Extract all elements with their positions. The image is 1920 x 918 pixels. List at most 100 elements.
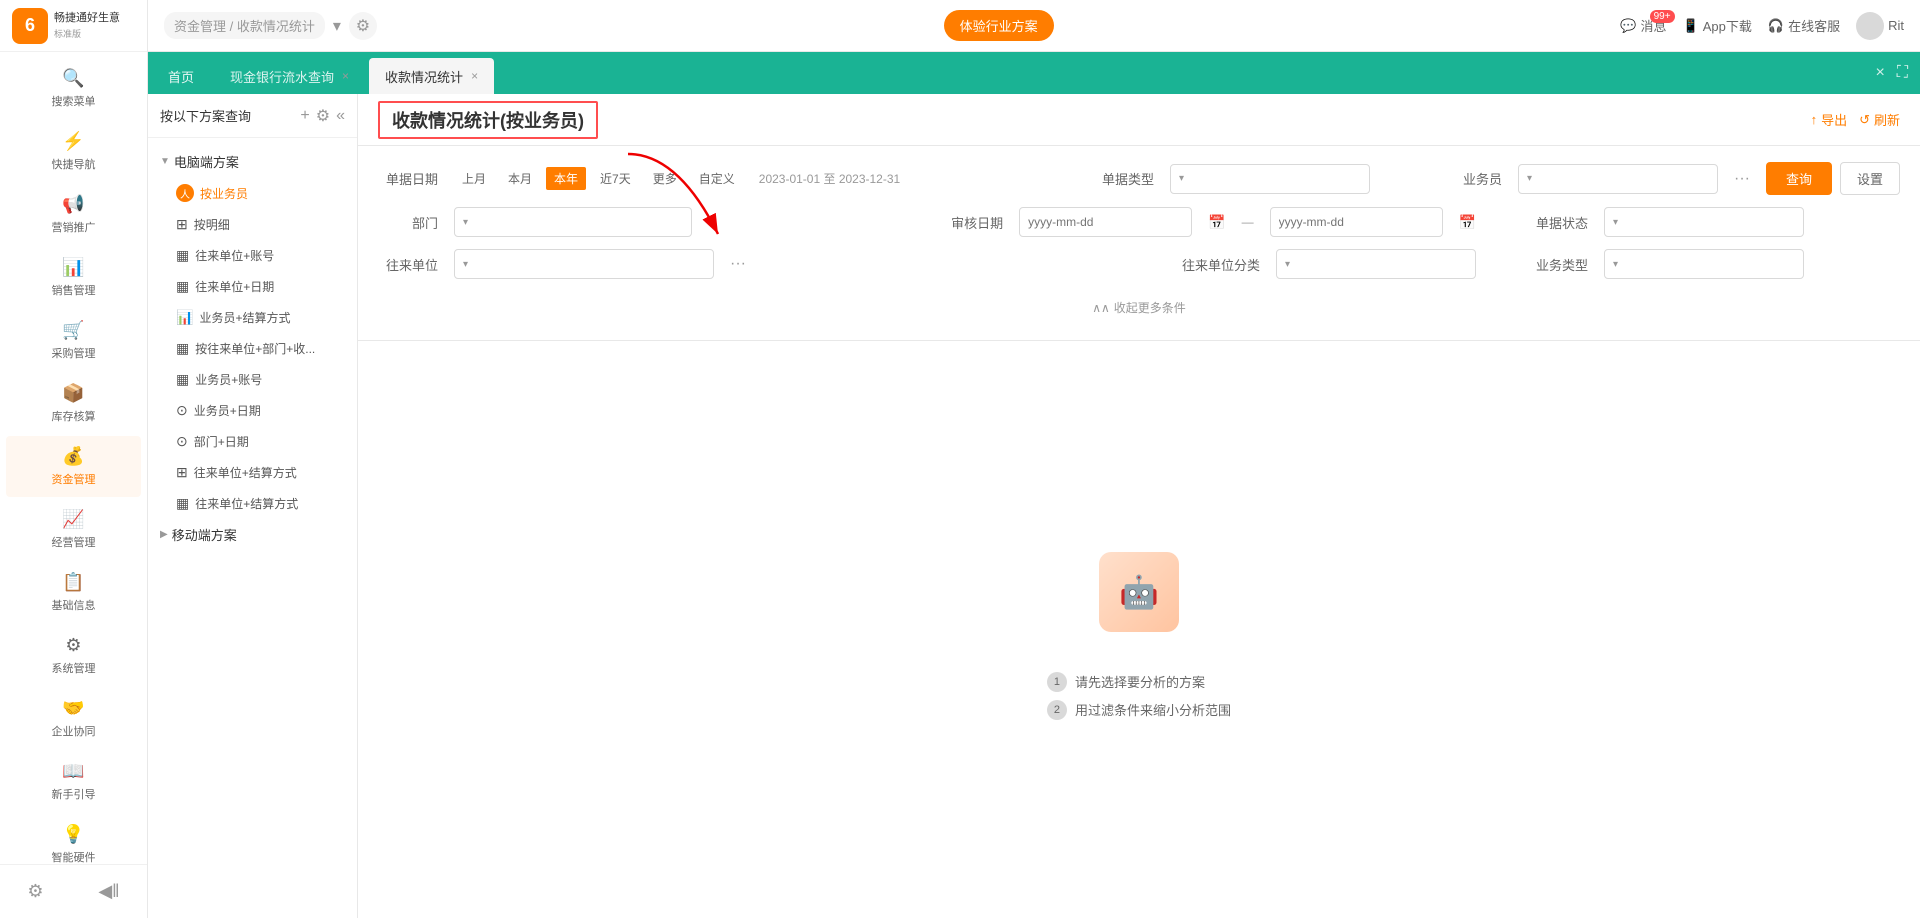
settings-bottom-icon[interactable]: ⚙: [21, 875, 49, 908]
user-avatar-area[interactable]: Rit: [1856, 12, 1904, 40]
scheme-item-salesman[interactable]: 人 按业务员: [148, 177, 357, 209]
messages-badge: 99+: [1650, 10, 1675, 23]
sidebar-icon-12: 💡: [62, 824, 84, 845]
add-scheme-icon[interactable]: +: [300, 107, 309, 125]
scheme-list: ▼ 电脑端方案 人 按业务员 ⊞ 按明细 ▦ 往来单位+账号: [148, 138, 357, 918]
sidebar-label-11: 新手引导: [52, 786, 96, 802]
left-panel-title: 按以下方案查询: [160, 106, 251, 125]
sidebar-label-7: 经营管理: [52, 534, 96, 550]
sidebar-item-2[interactable]: 📢营销推广: [6, 184, 141, 245]
main-area: 资金管理 / 收款情况统计 ▾ ⚙ 体验行业方案 💬 消息 99+ 📱 App下…: [148, 0, 1920, 918]
query-button[interactable]: 查询: [1766, 162, 1832, 195]
sidebar-icon-5: 📦: [62, 383, 84, 404]
date-btn-last-month[interactable]: 上月: [454, 167, 494, 190]
bill-type-select[interactable]: ▾: [1170, 164, 1370, 194]
sidebar-icon-11: 📖: [62, 761, 84, 782]
date-btn-more[interactable]: 更多: [645, 167, 685, 190]
collapse-filter-btn[interactable]: ∧∧ 收起更多条件: [378, 291, 1900, 324]
header-right: 💬 消息 99+ 📱 App下载 🎧 在线客服 Rit: [1620, 12, 1904, 40]
logo-area: 6 畅捷通好生意 标准版: [0, 0, 147, 52]
trial-button[interactable]: 体验行业方案: [944, 10, 1054, 41]
header-gear-icon[interactable]: ⚙: [349, 12, 377, 40]
sidebar-icon-8: 📋: [62, 572, 84, 593]
scheme-item-partner-settle2[interactable]: ▦ 往来单位+结算方式: [148, 488, 357, 519]
tab-fullscreen-icon[interactable]: ⛶: [1897, 64, 1908, 82]
online-service-label: 在线客服: [1788, 16, 1840, 35]
sidebar-item-7[interactable]: 📈经营管理: [6, 499, 141, 560]
refresh-button[interactable]: ↺ 刷新: [1859, 110, 1900, 129]
sidebar-item-1[interactable]: ⚡快捷导航: [6, 121, 141, 182]
scheme-item-salesman-settle[interactable]: 📊 业务员+结算方式: [148, 302, 357, 333]
empty-box-icon: 🤖: [1099, 552, 1179, 632]
sidebar-item-8[interactable]: 📋基础信息: [6, 562, 141, 623]
partner-select[interactable]: ▾: [454, 249, 714, 279]
partner-more-icon[interactable]: ···: [730, 255, 746, 273]
scheme-group-pc-header[interactable]: ▼ 电脑端方案: [148, 146, 357, 177]
scheme-salesman-icon: 人: [176, 184, 194, 202]
user-name: Rit: [1888, 18, 1904, 33]
date-btn-7days[interactable]: 近7天: [592, 167, 639, 190]
collapse-sidebar-icon[interactable]: ◀‖: [92, 875, 125, 908]
business-type-arrow: ▾: [1613, 259, 1618, 270]
tab-bank-label: 现金银行流水查询: [230, 67, 334, 86]
sidebar-item-10[interactable]: 🤝企业协同: [6, 688, 141, 749]
dept-select[interactable]: ▾: [454, 207, 692, 237]
sidebar-item-5[interactable]: 📦库存核算: [6, 373, 141, 434]
date-btn-custom[interactable]: 自定义: [691, 167, 743, 190]
scheme-partner-account-icon: ▦: [176, 247, 189, 264]
scheme-item-partner-dept[interactable]: ▦ 按往来单位+部门+收...: [148, 333, 357, 364]
partner-category-select[interactable]: ▾: [1276, 249, 1476, 279]
export-button[interactable]: ↑ 导出: [1811, 110, 1848, 129]
sidebar-item-11[interactable]: 📖 新手引导: [6, 751, 141, 812]
audit-date-from-cal[interactable]: 📅: [1208, 214, 1225, 231]
filter-area: 单据日期 上月 本月 本年 近7天 更多 自定义 2023-01-01 至 20…: [358, 146, 1920, 341]
bill-status-select[interactable]: ▾: [1604, 207, 1804, 237]
audit-date-to-cal[interactable]: 📅: [1459, 214, 1476, 231]
scheme-item-partner-date[interactable]: ▦ 往来单位+日期: [148, 271, 357, 302]
sidebar-item-9[interactable]: ⚙系统管理: [6, 625, 141, 686]
breadcrumb-dropdown-icon[interactable]: ▾: [333, 16, 341, 36]
collapse-panel-icon[interactable]: «: [336, 107, 345, 125]
top-header: 资金管理 / 收款情况统计 ▾ ⚙ 体验行业方案 💬 消息 99+ 📱 App下…: [148, 0, 1920, 52]
scheme-detail-icon: ⊞: [176, 216, 188, 233]
tab-home[interactable]: 首页: [152, 58, 210, 94]
dept-label: 部门: [378, 213, 438, 232]
sidebar-item-12[interactable]: 💡智能硬件: [6, 814, 141, 864]
collapse-up-icon: ∧∧: [1092, 301, 1110, 315]
sidebar-item-3[interactable]: 📊销售管理: [6, 247, 141, 308]
audit-date-to[interactable]: [1270, 207, 1443, 237]
dept-arrow: ▾: [463, 217, 468, 228]
scheme-item-salesman-account[interactable]: ▦ 业务员+账号: [148, 364, 357, 395]
salesman-select[interactable]: ▾: [1518, 164, 1718, 194]
date-btn-this-month[interactable]: 本月: [500, 167, 540, 190]
salesman-more-icon[interactable]: ···: [1734, 170, 1750, 188]
online-service-btn[interactable]: 🎧 在线客服: [1768, 16, 1840, 35]
messages-btn[interactable]: 💬 消息 99+: [1620, 16, 1666, 35]
tab-receipt[interactable]: 收款情况统计 ×: [369, 58, 494, 94]
tab-bar: 首页 现金银行流水查询 × 收款情况统计 × × ⛶: [148, 52, 1920, 94]
tab-bank[interactable]: 现金银行流水查询 ×: [214, 58, 365, 94]
scheme-group-mobile-header[interactable]: ▶ 移动端方案: [148, 519, 357, 550]
scheme-partner-date-label: 往来单位+日期: [195, 278, 274, 295]
scheme-item-salesman-date[interactable]: ⊙ 业务员+日期: [148, 395, 357, 426]
business-type-select[interactable]: ▾: [1604, 249, 1804, 279]
scheme-item-partner-settle1[interactable]: ⊞ 往来单位+结算方式: [148, 457, 357, 488]
refresh-label: 刷新: [1874, 110, 1900, 129]
tab-close-all-icon[interactable]: ×: [1875, 64, 1884, 82]
scheme-item-detail[interactable]: ⊞ 按明细: [148, 209, 357, 240]
app-download-btn[interactable]: 📱 App下载: [1683, 16, 1752, 35]
scheme-item-partner-account[interactable]: ▦ 往来单位+账号: [148, 240, 357, 271]
sidebar-item-6[interactable]: 💰资金管理: [6, 436, 141, 497]
sidebar-item-4[interactable]: 🛒采购管理: [6, 310, 141, 371]
date-btn-this-year[interactable]: 本年: [546, 167, 586, 190]
scheme-settings-icon[interactable]: ⚙: [316, 106, 330, 126]
tab-receipt-close[interactable]: ×: [471, 69, 478, 83]
audit-date-from[interactable]: [1019, 207, 1192, 237]
scheme-dept-date-label: 部门+日期: [194, 433, 249, 450]
scheme-group-pc: ▼ 电脑端方案 人 按业务员 ⊞ 按明细 ▦ 往来单位+账号: [148, 146, 357, 519]
sidebar-item-0[interactable]: 🔍搜索菜单: [6, 58, 141, 119]
settings-button[interactable]: 设置: [1840, 162, 1900, 195]
scheme-item-dept-date[interactable]: ⊙ 部门+日期: [148, 426, 357, 457]
tab-bank-close[interactable]: ×: [342, 69, 349, 83]
right-content: 收款情况统计(按业务员) ↑ 导出 ↺ 刷新: [358, 94, 1920, 918]
